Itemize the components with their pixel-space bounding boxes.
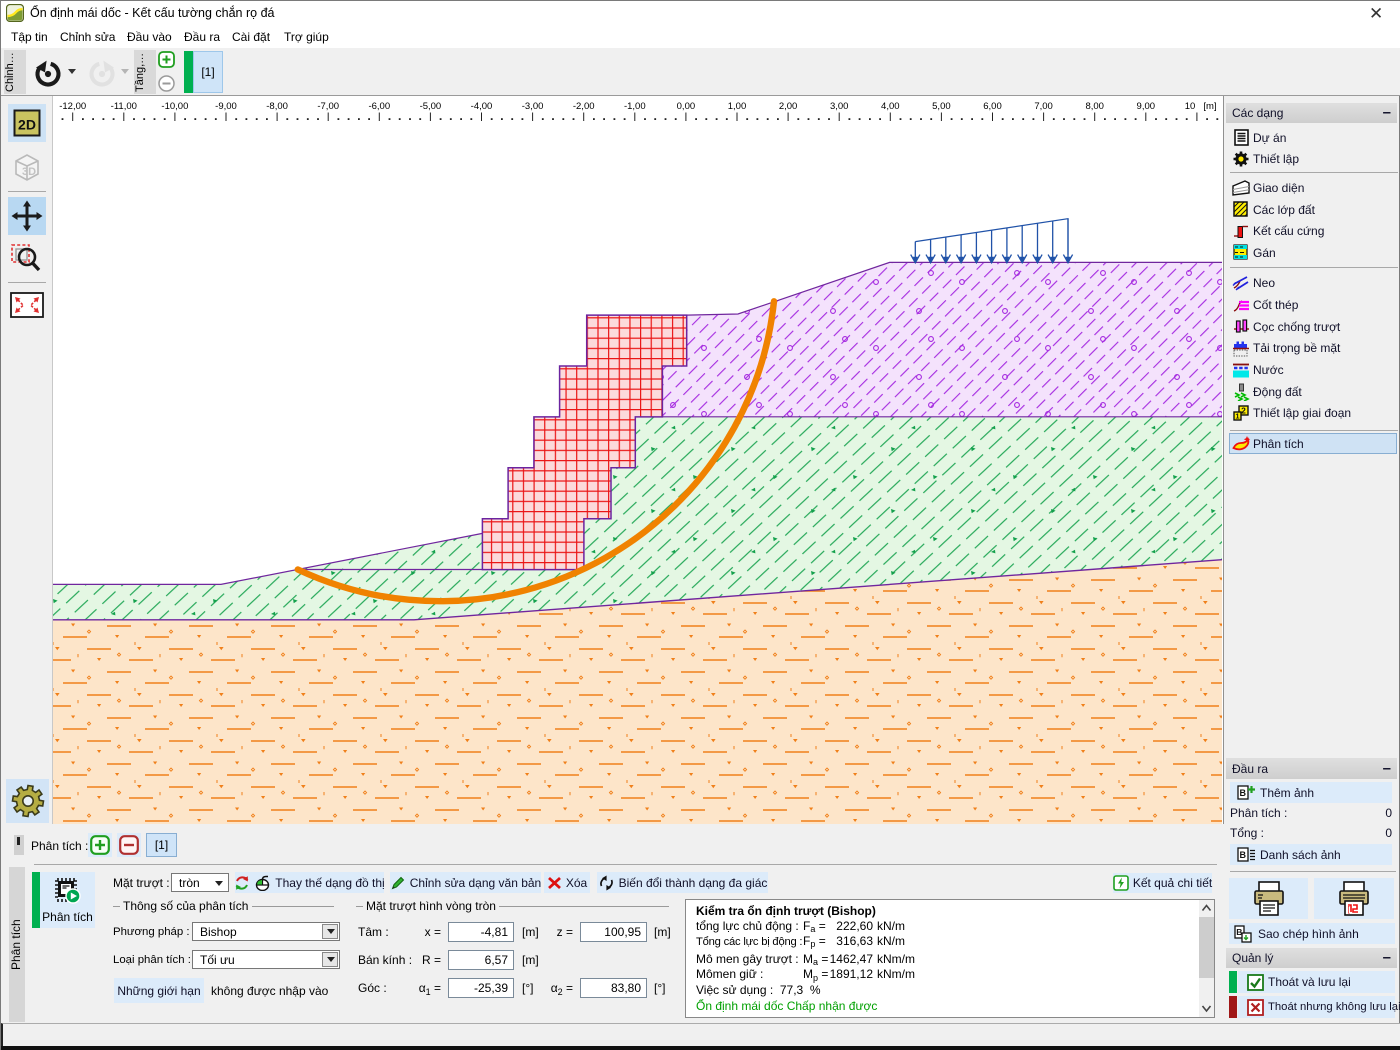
svg-text:B: B [1240,788,1247,798]
svg-text:-11,00: -11,00 [111,101,137,112]
svg-text:2: 2 [1241,406,1246,416]
svg-text:3,00: 3,00 [830,101,849,112]
svg-text:7,00: 7,00 [1034,101,1053,112]
svg-text:1,00: 1,00 [728,101,747,112]
svg-text:-6,00: -6,00 [368,101,390,112]
svg-text:-7,00: -7,00 [317,101,339,112]
svg-text:2,00: 2,00 [779,101,798,112]
svg-text:1: 1 [1235,412,1239,421]
svg-text:-1,00: -1,00 [624,101,646,112]
svg-text:B: B [1240,850,1247,860]
svg-text:-3,00: -3,00 [522,101,544,112]
svg-text:9,00: 9,00 [1137,101,1156,112]
svg-text:-5,00: -5,00 [420,101,442,112]
svg-text:4,00: 4,00 [881,101,900,112]
svg-text:-9,00: -9,00 [215,101,237,112]
svg-text:-4,00: -4,00 [471,101,493,112]
svg-text:6,00: 6,00 [983,101,1002,112]
svg-text:10: 10 [1185,101,1196,112]
svg-text:3D: 3D [22,166,36,178]
svg-text:[m]: [m] [1203,101,1216,112]
svg-text:-2,00: -2,00 [573,101,595,112]
svg-text:-10,00: -10,00 [161,101,188,112]
svg-text:2D: 2D [18,117,36,133]
svg-text:5,00: 5,00 [932,101,951,112]
svg-text:0,00: 0,00 [677,101,696,112]
svg-text:-8,00: -8,00 [266,101,288,112]
svg-text:-12,00: -12,00 [59,101,86,112]
svg-text:8,00: 8,00 [1085,101,1104,112]
